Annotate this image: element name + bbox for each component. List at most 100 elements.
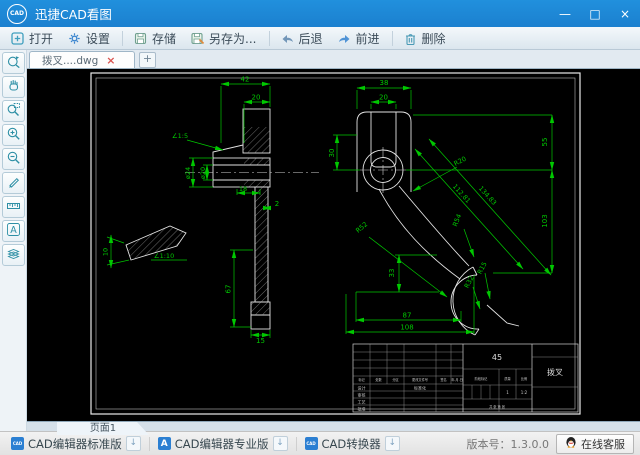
forward-label: 前进 <box>355 31 380 46</box>
cad-editor-standard-icon: CAD <box>11 437 24 450</box>
document-tabstrip: 拨叉....dwg × + <box>27 50 640 69</box>
view-orbit-icon <box>6 54 21 73</box>
forward-arrow-icon <box>337 31 352 46</box>
svg-text:R54: R54 <box>451 213 463 228</box>
svg-text:1:2: 1:2 <box>521 390 528 395</box>
titlebar: CAD 迅捷CAD看图 — □ × <box>0 0 640 27</box>
minimize-button[interactable]: — <box>550 0 580 27</box>
save-icon <box>133 31 148 46</box>
svg-text:阶段标记: 阶段标记 <box>475 376 489 381</box>
svg-text:30: 30 <box>328 149 336 158</box>
open-label: 打开 <box>29 31 54 46</box>
back-label: 后退 <box>298 31 323 46</box>
page-tab-1[interactable]: 页面1 <box>57 422 149 435</box>
cad-converter-icon: CAD <box>304 437 318 450</box>
pencil-icon <box>6 174 21 193</box>
save-as-button[interactable]: 另存为... <box>184 28 264 49</box>
tab-close-icon[interactable]: × <box>106 54 115 67</box>
app-logo-icon: CAD <box>7 3 27 24</box>
text-tool[interactable]: A <box>1 220 25 242</box>
settings-gear-icon <box>67 31 82 46</box>
forward-button[interactable]: 前进 <box>331 28 388 49</box>
toolbar-divider <box>268 30 270 46</box>
zoom-out-tool[interactable] <box>1 148 25 170</box>
svg-text:标准化: 标准化 <box>414 385 426 391</box>
svg-text:20: 20 <box>252 94 261 102</box>
svg-text:2: 2 <box>275 200 279 208</box>
svg-text:ø24: ø24 <box>184 167 192 179</box>
svg-text:批准: 批准 <box>358 406 366 412</box>
svg-text:审核: 审核 <box>358 392 366 398</box>
svg-text:55: 55 <box>541 138 549 147</box>
svg-text:20: 20 <box>379 94 388 102</box>
measure-ruler-tool[interactable] <box>1 196 25 218</box>
settings-button[interactable]: 设置 <box>61 28 118 49</box>
svg-text:108: 108 <box>400 324 413 332</box>
close-button[interactable]: × <box>610 0 640 27</box>
drawing-canvas[interactable]: 42 20 ∠1:5 ø24 ø20 18 2 67 15 ∠1:10 10 3… <box>27 69 640 421</box>
cad-drawing: 42 20 ∠1:5 ø24 ø20 18 2 67 15 ∠1:10 10 3… <box>90 72 581 415</box>
svg-text:处数: 处数 <box>375 377 382 382</box>
delete-button[interactable]: 删除 <box>397 28 454 49</box>
svg-text:87: 87 <box>403 312 412 320</box>
svg-text:设计: 设计 <box>358 385 366 391</box>
measure-pencil-tool[interactable] <box>1 172 25 194</box>
save-as-icon <box>190 31 205 46</box>
pan-hand-tool[interactable] <box>1 76 25 98</box>
right-view-part <box>356 111 520 336</box>
svg-text:ø20: ø20 <box>199 167 207 179</box>
content-area: 拨叉....dwg × + 42 20 ∠1:5 ø24 ø20 18 2 67… <box>27 50 640 435</box>
online-support-label: 在线客服 <box>581 437 625 451</box>
tool-sidebar: A <box>0 50 27 431</box>
zoom-in-icon <box>6 126 21 145</box>
toolbar-divider <box>391 30 393 46</box>
svg-text:R52: R52 <box>354 220 369 234</box>
zoom-in-tool[interactable] <box>1 124 25 146</box>
statusbar-divider <box>295 436 297 451</box>
open-plus-icon <box>10 31 25 46</box>
main-area: A 拨叉....dwg × + 42 20 ∠1:5 ø24 ø20 18 2 … <box>0 50 640 435</box>
svg-text:∠1:10: ∠1:10 <box>154 252 174 260</box>
back-button[interactable]: 后退 <box>274 28 331 49</box>
app-logo-text: CAD <box>9 10 25 17</box>
qq-penguin-icon <box>565 436 577 451</box>
open-button[interactable]: 打开 <box>4 28 61 49</box>
svg-text:R15: R15 <box>476 261 489 276</box>
cad-editor-standard-label: CAD编辑器标准版 <box>28 436 122 451</box>
promo-cad-converter[interactable]: CAD CAD转换器 ↓ <box>300 436 405 452</box>
title-block: 45 拨叉 标记 处数 分区 更改文件号 签名 年.月.日 设计 审核 工艺 批… <box>352 343 579 413</box>
promo-cad-editor-standard[interactable]: CAD CAD编辑器标准版 ↓ <box>6 436 146 452</box>
svg-text:分区: 分区 <box>392 377 399 382</box>
dimension-lines <box>106 81 555 338</box>
download-icon[interactable]: ↓ <box>272 436 288 451</box>
svg-text:比例: 比例 <box>521 376 527 381</box>
svg-text:R20: R20 <box>453 155 468 168</box>
cad-editor-pro-label: CAD编辑器专业版 <box>174 436 269 451</box>
document-tab[interactable]: 拨叉....dwg × <box>29 51 135 68</box>
download-icon[interactable]: ↓ <box>384 436 400 451</box>
maximize-button[interactable]: □ <box>580 0 610 27</box>
left-view-hatching <box>243 127 270 315</box>
zoom-window-tool[interactable] <box>1 100 25 122</box>
save-as-label: 另存为... <box>209 31 257 46</box>
statusbar-divider <box>148 436 150 451</box>
svg-text:42: 42 <box>241 76 250 84</box>
view-orbit-tool[interactable] <box>1 52 25 74</box>
layers-icon <box>6 246 21 265</box>
pan-hand-icon <box>6 78 21 97</box>
download-icon[interactable]: ↓ <box>125 436 141 451</box>
layers-tool[interactable] <box>1 244 25 266</box>
promo-cad-editor-pro[interactable]: A CAD编辑器专业版 ↓ <box>153 436 293 452</box>
svg-text:67: 67 <box>225 285 233 294</box>
toolbar: 打开 设置 存储 另存为... 后退 前进 删除 <box>0 27 640 50</box>
svg-text:签名: 签名 <box>440 377 446 382</box>
ruler-icon <box>6 198 21 217</box>
new-tab-button[interactable]: + <box>139 52 156 68</box>
save-button[interactable]: 存储 <box>127 28 184 49</box>
svg-text:45: 45 <box>492 353 502 362</box>
svg-text:15: 15 <box>256 337 265 345</box>
svg-text:18: 18 <box>239 185 247 193</box>
centerlines <box>185 147 406 193</box>
online-support-button[interactable]: 在线客服 <box>556 433 634 454</box>
zoom-out-icon <box>6 150 21 169</box>
